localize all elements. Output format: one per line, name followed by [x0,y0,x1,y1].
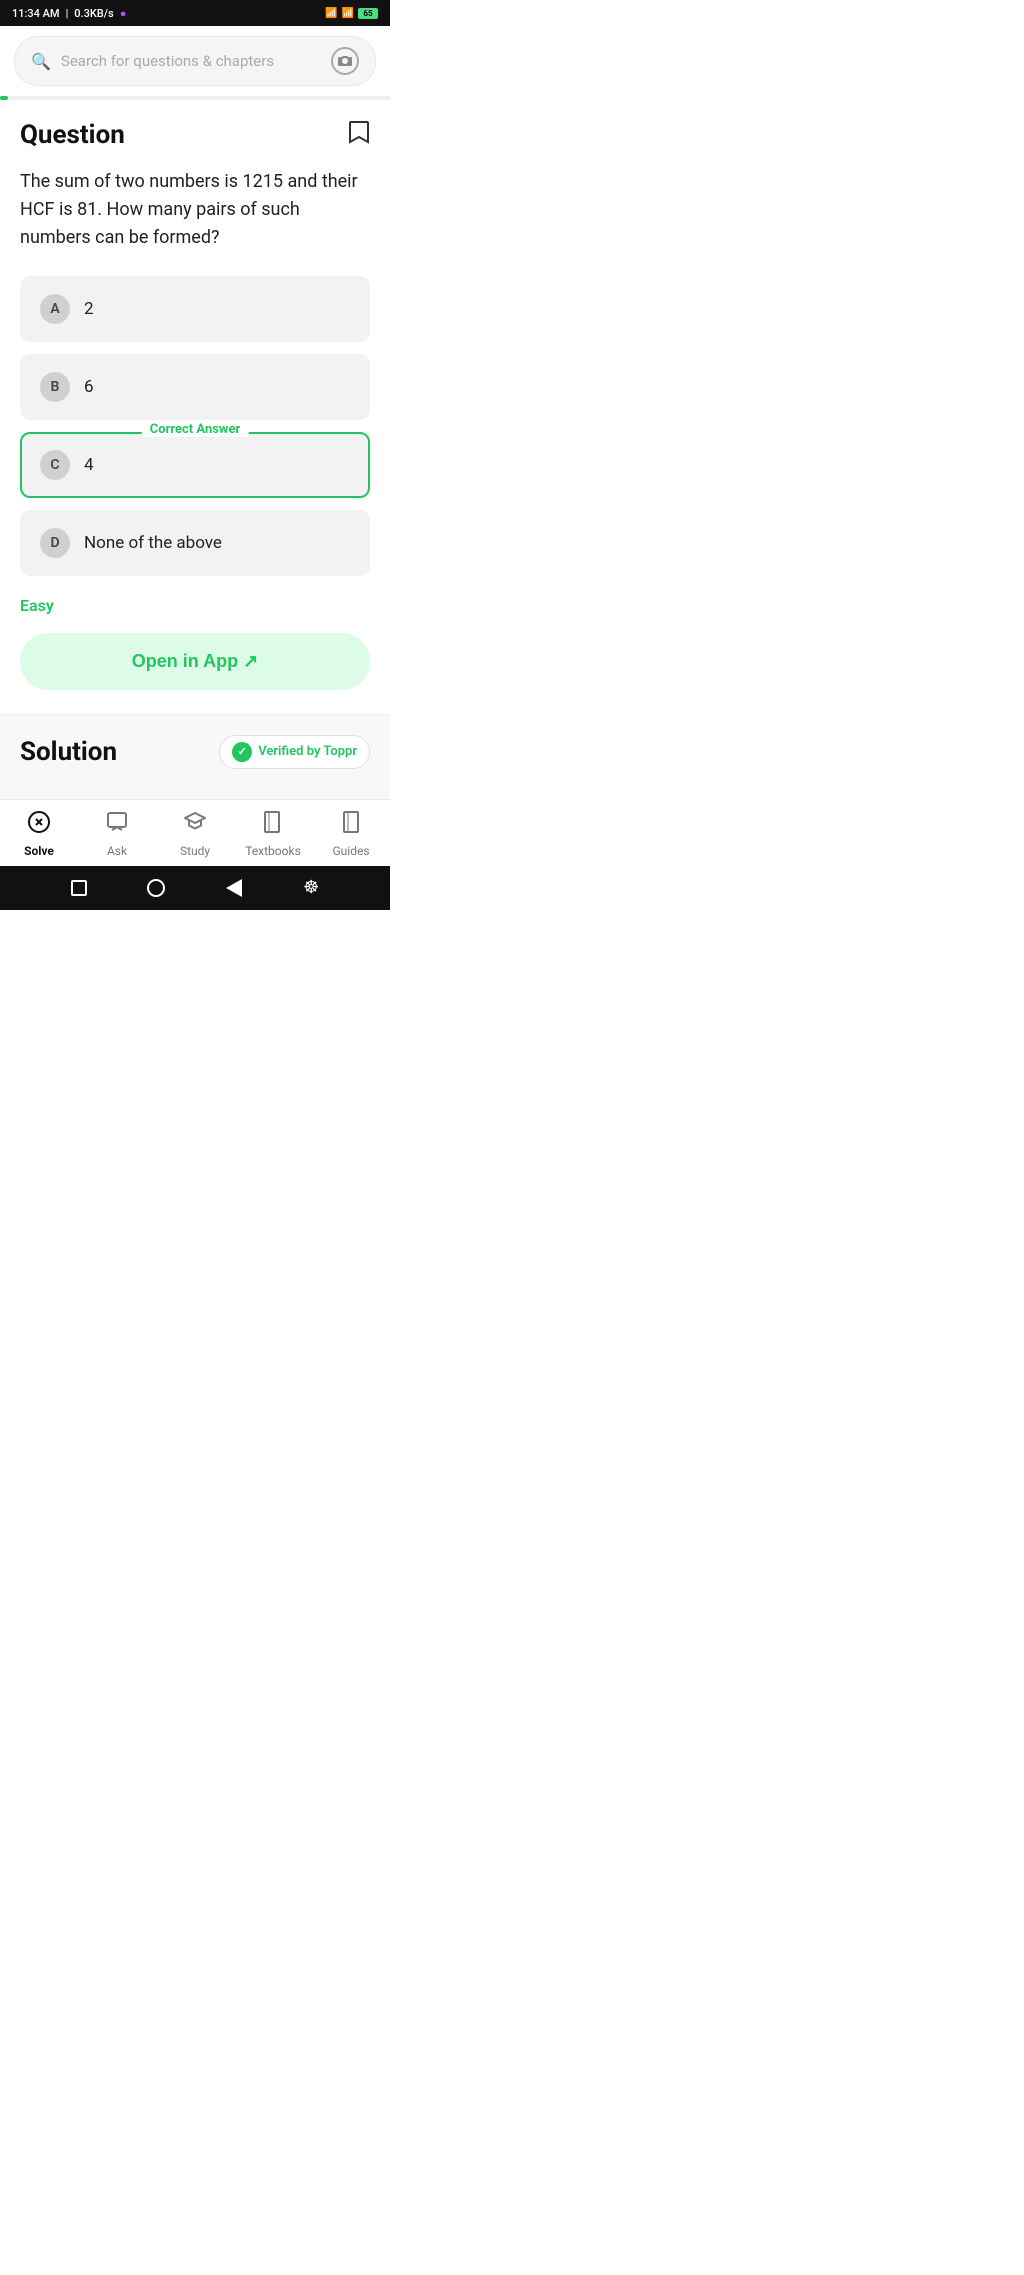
nav-item-study[interactable]: Study [156,810,234,858]
option-a-badge: A [40,294,70,324]
bluetooth-icon: 📶 [325,8,337,19]
difficulty-label: Easy [20,596,370,615]
question-text: The sum of two numbers is 1215 and their… [20,168,370,252]
status-speed: 0.3KB/s [74,7,113,20]
search-icon: 🔍 [31,52,51,71]
android-accessibility-btn[interactable]: ☸ [301,878,321,898]
study-icon [183,810,207,840]
correct-answer-label: Correct Answer [142,422,249,437]
guides-icon [339,810,363,840]
option-d-badge: D [40,528,70,558]
search-bar-container: 🔍 Search for questions & chapters [0,26,390,96]
nav-label-solve: Solve [24,844,54,858]
android-square-btn[interactable] [69,878,89,898]
main-content: Question The sum of two numbers is 1215 … [0,100,390,690]
status-left: 11:34 AM | 0.3KB/s ● [12,7,126,20]
question-title: Question [20,120,125,150]
android-back-btn[interactable] [224,878,244,898]
option-d[interactable]: D None of the above [20,510,370,576]
solution-title: Solution [20,737,117,767]
verified-label: Verified by Toppr [258,744,357,759]
options-container: A 2 B 6 Correct Answer C 4 D None of the… [20,276,370,576]
option-a[interactable]: A 2 [20,276,370,342]
bottom-nav: Solve Ask Study Textbooks [0,799,390,866]
option-b-badge: B [40,372,70,402]
status-right: 📶 📶 65 [325,8,378,19]
question-header: Question [20,120,370,152]
option-c[interactable]: Correct Answer C 4 [20,432,370,498]
open-in-app-button[interactable]: Open in App ↗ [20,633,370,690]
option-b[interactable]: B 6 [20,354,370,420]
network-dot: ● [120,7,127,20]
camera-icon[interactable] [331,47,359,75]
nav-item-textbooks[interactable]: Textbooks [234,810,312,858]
android-nav: ☸ [0,866,390,910]
verified-icon: ✓ [232,742,252,762]
status-time: 11:34 AM [12,7,60,20]
nav-label-guides: Guides [332,844,369,858]
search-placeholder: Search for questions & chapters [61,52,321,70]
option-b-text: 6 [84,377,94,397]
textbooks-icon [261,810,285,840]
option-c-badge: C [40,450,70,480]
bookmark-icon[interactable] [348,120,370,152]
nav-label-study: Study [180,844,210,858]
android-home-btn[interactable] [146,878,166,898]
solve-icon [27,810,51,840]
nav-label-textbooks: Textbooks [245,844,301,858]
verified-badge: ✓ Verified by Toppr [219,735,370,769]
status-network: | [66,7,69,20]
option-d-text: None of the above [84,533,222,553]
status-bar: 11:34 AM | 0.3KB/s ● 📶 📶 65 [0,0,390,26]
ask-icon [105,810,129,840]
battery-icon: 65 [358,8,378,19]
nav-item-ask[interactable]: Ask [78,810,156,858]
solution-header: Solution ✓ Verified by Toppr [20,735,370,769]
option-c-text: 4 [84,455,94,475]
signal-icon: 📶 [342,8,354,19]
accessibility-icon: ☸ [303,877,319,898]
option-a-text: 2 [84,299,94,319]
nav-label-ask: Ask [107,844,127,858]
nav-item-solve[interactable]: Solve [0,810,78,858]
solution-section: Solution ✓ Verified by Toppr [0,714,390,799]
nav-item-guides[interactable]: Guides [312,810,390,858]
search-bar[interactable]: 🔍 Search for questions & chapters [14,36,376,86]
